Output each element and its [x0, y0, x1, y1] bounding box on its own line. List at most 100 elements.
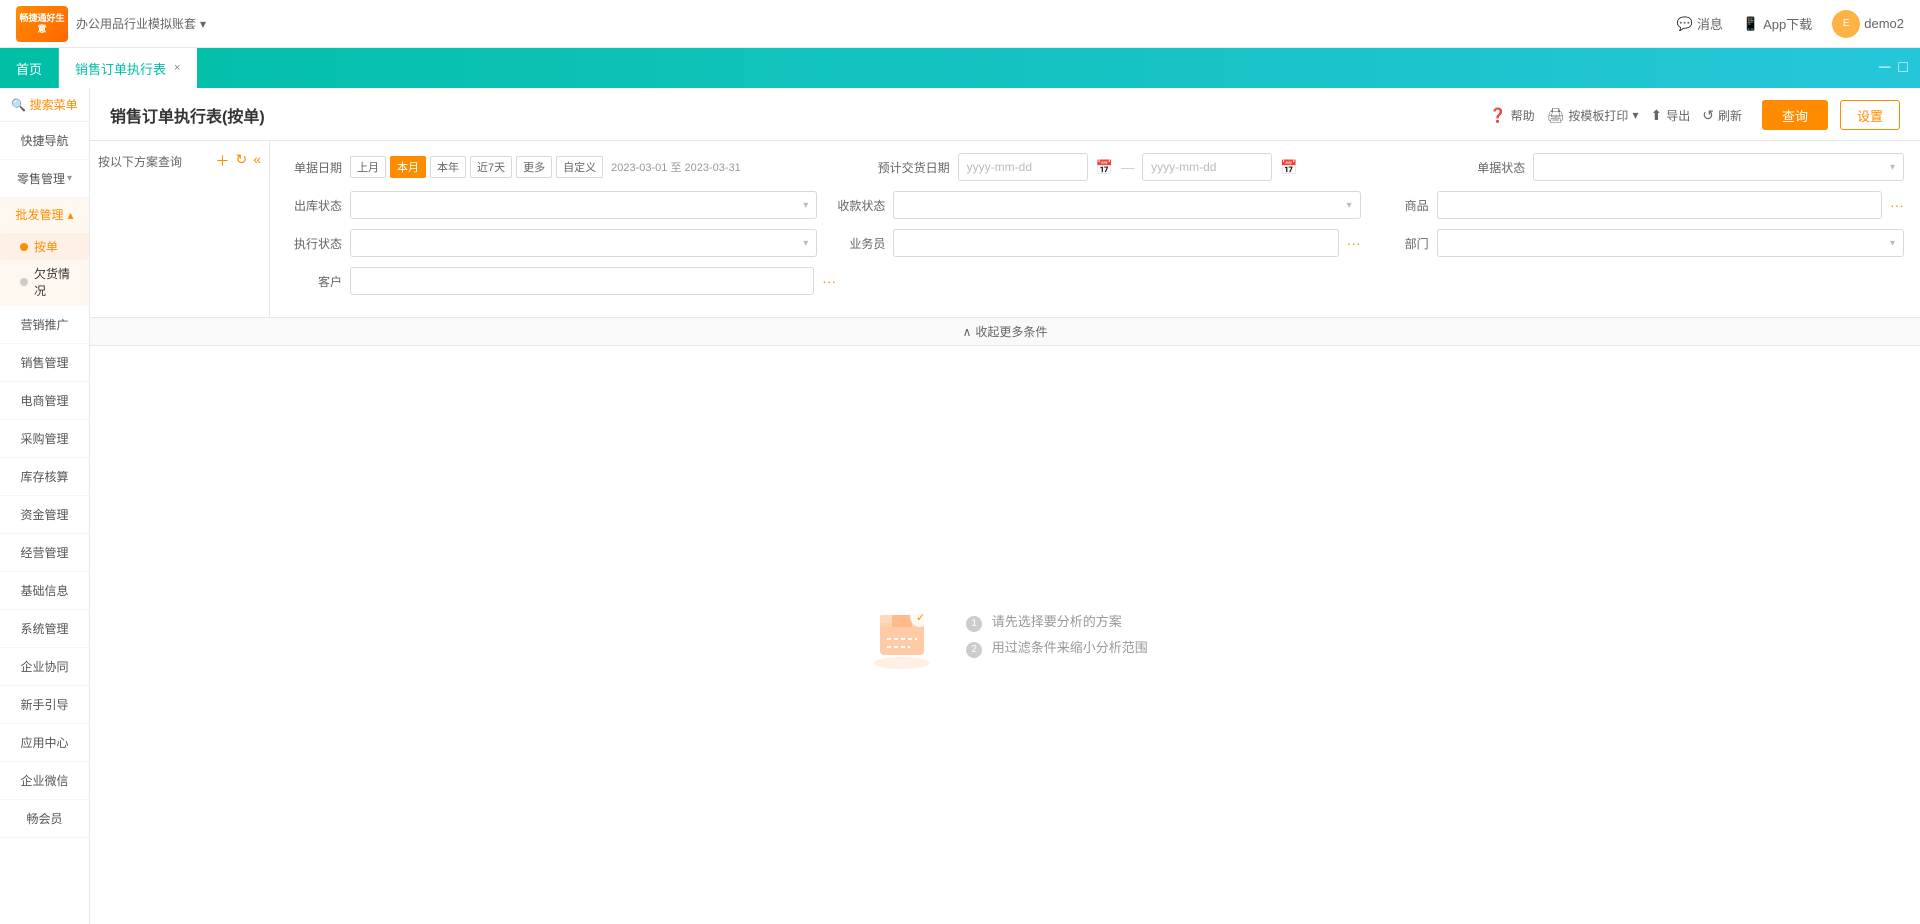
- customer-input[interactable]: [350, 267, 814, 295]
- sidebar-item-quick-nav[interactable]: 快捷导航: [0, 122, 89, 160]
- expected-date-start-input[interactable]: [958, 153, 1088, 181]
- sidebar-item-newbie[interactable]: 新手引导: [0, 686, 89, 724]
- sidebar-item-system[interactable]: 系统管理: [0, 610, 89, 648]
- date-btn-this-month[interactable]: 本月: [390, 156, 426, 178]
- search-icon: 🔍: [11, 98, 26, 112]
- sidebar-item-operations[interactable]: 经营管理: [0, 534, 89, 572]
- goods-input[interactable]: [1437, 191, 1882, 219]
- date-label: 单据日期: [286, 159, 342, 176]
- sidebar-item-member-label: 畅会员: [26, 812, 62, 826]
- customer-ellipsis-icon[interactable]: ···: [822, 273, 836, 289]
- sidebar-item-basic-info-label: 基础信息: [20, 584, 68, 598]
- avatar: E: [1832, 10, 1860, 38]
- filter-row-3: 执行状态 ▾ 业务员 ··· 部门: [286, 229, 1904, 257]
- status-select[interactable]: ▾: [1533, 153, 1904, 181]
- sidebar-item-enterprise[interactable]: 企业协同: [0, 648, 89, 686]
- sidebar-item-basic-info[interactable]: 基础信息: [0, 572, 89, 610]
- sidebar-item-member[interactable]: 畅会员: [0, 800, 89, 838]
- filter-row-4: 客户 ···: [286, 267, 1904, 295]
- salesperson-input[interactable]: [893, 229, 1338, 257]
- print-chevron-icon: ▾: [1632, 108, 1638, 122]
- tab-maximize-icon[interactable]: □: [1898, 59, 1908, 77]
- breadcrumb-dropdown[interactable]: 办公用品行业模拟账套 ▾: [76, 15, 206, 32]
- collection-status-select[interactable]: ▾: [893, 191, 1360, 219]
- sidebar-item-marketing[interactable]: 营销推广: [0, 306, 89, 344]
- collapse-bar[interactable]: ∧ 收起更多条件: [90, 317, 1920, 346]
- sidebar-item-finance[interactable]: 资金管理: [0, 496, 89, 534]
- tip-num-1: 1: [966, 616, 982, 632]
- date-range-text: 2023-03-01 至 2023-03-31: [611, 159, 741, 175]
- user-label: demo2: [1864, 16, 1904, 31]
- export-icon: ⬆: [1650, 107, 1662, 124]
- tab-home[interactable]: 首页: [0, 48, 59, 88]
- tab-sales-order-label: 销售订单执行表: [75, 59, 166, 78]
- date-btn-7days[interactable]: 近7天: [470, 156, 512, 178]
- sidebar-sub-label-按单: 按单: [34, 238, 58, 255]
- refresh-scheme-icon[interactable]: ↻: [235, 151, 247, 171]
- help-button[interactable]: ❓ 帮助: [1489, 107, 1534, 124]
- filter-group-goods: 商品 ···: [1373, 191, 1904, 219]
- collection-chevron-icon: ▾: [1347, 200, 1352, 211]
- empty-tip-1: 1 请先选择要分析的方案: [966, 609, 1148, 635]
- status-label: 单据状态: [1469, 159, 1525, 176]
- date-btn-this-year[interactable]: 本年: [430, 156, 466, 178]
- tab-minimize-icon[interactable]: ─: [1879, 59, 1890, 77]
- sidebar-item-purchase[interactable]: 采购管理: [0, 420, 89, 458]
- expected-date-end-input[interactable]: [1142, 153, 1272, 181]
- calendar-start-icon[interactable]: 📅: [1096, 159, 1113, 176]
- top-bar-left: 畅捷通好生意 办公用品行业模拟账套 ▾: [16, 6, 206, 42]
- app-download-label: App下载: [1763, 14, 1812, 33]
- page-actions: ❓ 帮助 🖨 按模板打印 ▾ ⬆ 导出 ↺ 刷新: [1489, 100, 1900, 130]
- tab-bar: 首页 销售订单执行表 × ─ □: [0, 48, 1920, 88]
- sidebar-item-wholesale[interactable]: 批发管理 ▴: [0, 198, 89, 231]
- sidebar-item-app-center[interactable]: 应用中心: [0, 724, 89, 762]
- refresh-icon: ↺: [1702, 107, 1714, 124]
- user-avatar-action[interactable]: E demo2: [1832, 10, 1904, 38]
- sidebar-item-wechat-label: 企业微信: [20, 774, 68, 788]
- filter-row-2: 出库状态 ▾ 收款状态 ▾ 商品: [286, 191, 1904, 219]
- sidebar-item-retail-label: 零售管理: [17, 170, 65, 187]
- sidebar-item-inventory[interactable]: 库存核算: [0, 458, 89, 496]
- collapse-scheme-icon[interactable]: «: [253, 151, 261, 171]
- tab-sales-order[interactable]: 销售订单执行表 ×: [59, 48, 197, 88]
- sidebar-item-retail[interactable]: 零售管理 ▾: [0, 160, 89, 198]
- add-scheme-icon[interactable]: ＋: [215, 151, 229, 171]
- sidebar-item-enterprise-label: 企业协同: [20, 660, 68, 674]
- sidebar-item-inventory-label: 库存核算: [20, 470, 68, 484]
- app-download-action[interactable]: 📱 App下载: [1743, 14, 1812, 33]
- dept-select[interactable]: ▾: [1437, 229, 1904, 257]
- date-separator: —: [1121, 160, 1134, 175]
- set-button-group: 设置: [1840, 100, 1900, 130]
- sidebar-sub-label-欠货情况: 欠货情况: [34, 265, 81, 299]
- date-btn-custom[interactable]: 自定义: [556, 156, 603, 178]
- date-btn-last-month[interactable]: 上月: [350, 156, 386, 178]
- customer-label: 客户: [286, 273, 342, 290]
- date-btn-more[interactable]: 更多: [516, 156, 552, 178]
- refresh-button[interactable]: ↺ 刷新: [1702, 107, 1742, 124]
- delivery-status-label: 出库状态: [286, 197, 342, 214]
- message-icon: 💬: [1677, 16, 1693, 32]
- sidebar-item-sales-label: 销售管理: [20, 356, 68, 370]
- calendar-end-icon[interactable]: 📅: [1280, 159, 1297, 176]
- query-button[interactable]: 查询: [1762, 100, 1828, 130]
- chevron-down-icon: ▾: [200, 17, 206, 31]
- sidebar-sub-item-欠货情况[interactable]: 欠货情况: [0, 260, 89, 304]
- chevron-up-icon: ▴: [67, 208, 73, 222]
- empty-illustration: ✓: [862, 595, 942, 675]
- sidebar-item-wechat[interactable]: 企业微信: [0, 762, 89, 800]
- salesperson-ellipsis-icon[interactable]: ···: [1347, 235, 1361, 251]
- svg-text:✓: ✓: [916, 612, 925, 624]
- sidebar-sub-item-按单[interactable]: 按单: [0, 233, 89, 260]
- delivery-status-select[interactable]: ▾: [350, 191, 817, 219]
- exec-status-select[interactable]: ▾: [350, 229, 817, 257]
- tab-close-icon[interactable]: ×: [174, 62, 180, 74]
- print-icon: 🖨: [1547, 107, 1565, 124]
- sidebar-item-ecommerce[interactable]: 电商管理: [0, 382, 89, 420]
- template-print-button[interactable]: 🖨 按模板打印 ▾: [1547, 107, 1639, 124]
- message-action[interactable]: 💬 消息: [1677, 14, 1723, 33]
- export-button[interactable]: ⬆ 导出: [1650, 107, 1690, 124]
- sidebar-item-sales[interactable]: 销售管理: [0, 344, 89, 382]
- sidebar-search[interactable]: 🔍 搜索菜单: [0, 88, 89, 122]
- goods-ellipsis-icon[interactable]: ···: [1890, 197, 1904, 213]
- set-button[interactable]: 设置: [1840, 100, 1900, 130]
